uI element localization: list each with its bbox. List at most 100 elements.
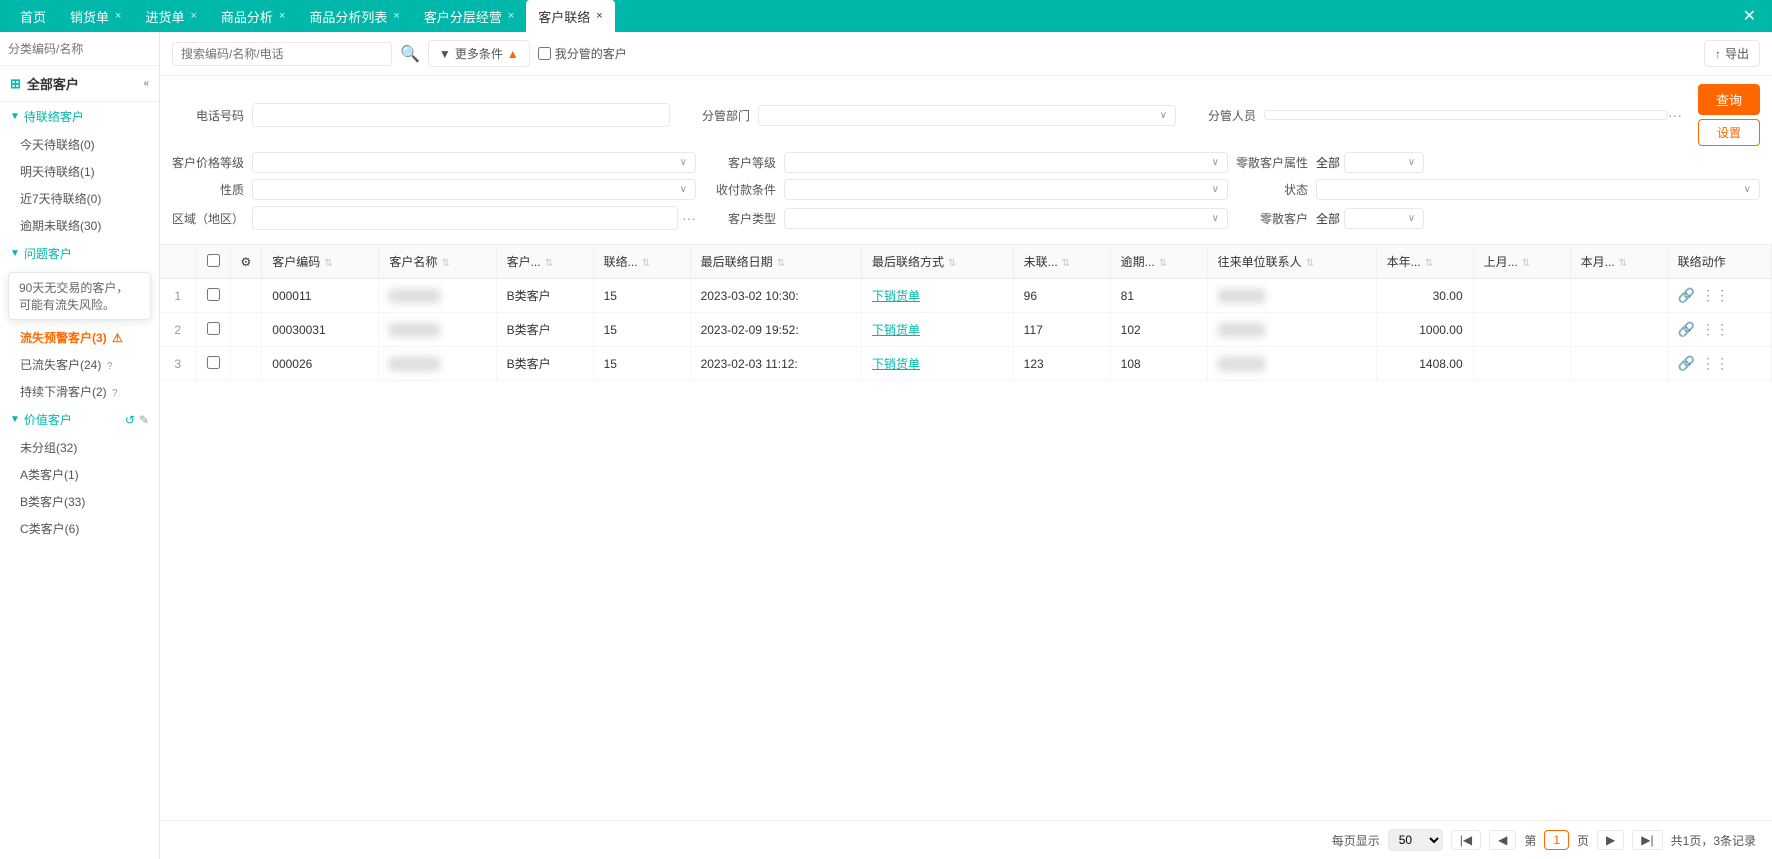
zero-attr-arrow-icon: ∨ <box>1408 157 1415 168</box>
sidebar-item-class-a[interactable]: A类客户(1) <box>0 461 159 488</box>
action-menu-icon[interactable]: ⋮⋮ <box>1701 321 1729 338</box>
th-unit-contact[interactable]: 往来单位联系人⇅ <box>1207 245 1376 279</box>
sidebar-item-tomorrow[interactable]: 明天待联络(1) <box>0 158 159 185</box>
filter-search-input[interactable] <box>172 42 392 66</box>
sidebar-group-pending[interactable]: ▼ 待联络客户 <box>0 102 159 131</box>
tab-customer-link[interactable]: 客户联络 × <box>526 0 614 32</box>
th-type[interactable]: 客户...⇅ <box>496 245 593 279</box>
region-more-icon[interactable]: ··· <box>682 210 696 226</box>
page-label-suffix: 页 <box>1577 832 1589 849</box>
last-page-btn[interactable]: ▶| <box>1632 830 1662 850</box>
tab-purchase[interactable]: 进货单 × <box>133 0 208 32</box>
filter-search-icon[interactable]: 🔍 <box>400 44 420 64</box>
cell-this-year: 1000.00 <box>1376 313 1473 347</box>
cell-last-contact-method[interactable]: 下销货单 <box>861 279 1013 313</box>
triangle-down-icon-2: ▼ <box>10 248 20 259</box>
page-size-select[interactable]: 50 20 100 <box>1388 829 1443 851</box>
status-select[interactable]: ∨ <box>1316 179 1760 200</box>
export-btn[interactable]: ↑ 导出 <box>1704 40 1760 67</box>
sidebar-item-7days[interactable]: 近7天待联络(0) <box>0 185 159 212</box>
sidebar-item-today[interactable]: 今天待联络(0) <box>0 131 159 158</box>
region-input[interactable] <box>252 206 678 230</box>
sidebar-all-customers[interactable]: ⊞ 全部客户 « <box>0 66 159 102</box>
more-conditions-btn[interactable]: ▼ 更多条件 ▲ <box>428 40 530 67</box>
action-link-icon[interactable]: 🔗 <box>1678 287 1695 304</box>
manager-label: 分管人员 <box>1184 107 1264 124</box>
tab-analysis-list-close[interactable]: × <box>393 10 399 22</box>
tab-home[interactable]: 首页 <box>8 0 58 32</box>
th-last-contact-method[interactable]: 最后联络方式⇅ <box>861 245 1013 279</box>
next-page-btn[interactable]: ▶ <box>1597 830 1624 850</box>
sidebar-item-declining[interactable]: 持续下滑客户(2) ? <box>0 378 159 405</box>
customer-level-select[interactable]: ∨ <box>784 152 1228 173</box>
cell-this-month <box>1570 279 1667 313</box>
tab-analysis[interactable]: 商品分析 × <box>209 0 297 32</box>
cell-last-contact-method[interactable]: 下销货单 <box>861 313 1013 347</box>
edit-icon[interactable]: ✎ <box>139 413 149 427</box>
tab-sales-close[interactable]: × <box>115 10 121 22</box>
window-close-icon[interactable]: ✕ <box>1735 6 1764 26</box>
first-page-btn[interactable]: |◀ <box>1451 830 1481 850</box>
zero-customer-select[interactable]: ∨ <box>1344 208 1424 229</box>
sidebar-item-churn-warning[interactable]: 流失预警客户(3) ⚠ <box>0 324 159 351</box>
tab-sales[interactable]: 销货单 × <box>58 0 133 32</box>
sidebar-item-overdue[interactable]: 逾期未联络(30) <box>0 212 159 239</box>
th-this-month[interactable]: 本月...⇅ <box>1570 245 1667 279</box>
cell-last-contact-method[interactable]: 下销货单 <box>861 347 1013 381</box>
tab-customer-link-close[interactable]: × <box>596 10 602 22</box>
th-overdue[interactable]: 逾期...⇅ <box>1110 245 1207 279</box>
manager-select[interactable] <box>1264 110 1668 120</box>
phone-label: 电话号码 <box>172 107 252 124</box>
manager-more-icon[interactable]: ··· <box>1668 107 1682 123</box>
cell-checkbox[interactable] <box>196 313 230 347</box>
pagination-bar: 每页显示 50 20 100 |◀ ◀ 第 1 页 ▶ ▶| 共1页，3条记录 <box>160 820 1772 859</box>
th-this-year[interactable]: 本年...⇅ <box>1376 245 1473 279</box>
query-button[interactable]: 查询 <box>1698 84 1760 115</box>
nature-select[interactable]: ∨ <box>252 179 696 200</box>
action-menu-icon[interactable]: ⋮⋮ <box>1701 355 1729 372</box>
tab-customer-segment[interactable]: 客户分层经营 × <box>412 0 526 32</box>
th-name[interactable]: 客户名称⇅ <box>379 245 496 279</box>
th-code[interactable]: 客户编码⇅ <box>262 245 379 279</box>
action-link-icon[interactable]: 🔗 <box>1678 355 1695 372</box>
refresh-icon[interactable]: ↺ <box>125 413 135 427</box>
th-contact[interactable]: 联络...⇅ <box>593 245 690 279</box>
prev-page-btn[interactable]: ◀ <box>1489 830 1516 850</box>
sidebar-item-class-c[interactable]: C类客户(6) <box>0 515 159 542</box>
tab-analysis-close[interactable]: × <box>279 10 285 22</box>
dept-select[interactable]: ∨ <box>758 105 1176 126</box>
select-all-checkbox[interactable] <box>207 254 220 267</box>
at-risk-tooltip: 90天无交易的客户，可能有流失风险。 <box>8 272 151 320</box>
phone-input[interactable] <box>252 103 670 127</box>
sidebar-item-ungrouped[interactable]: 未分组(32) <box>0 434 159 461</box>
sidebar-group-value[interactable]: ▼ 价值客户 ↺ ✎ <box>0 405 159 434</box>
cell-checkbox[interactable] <box>196 347 230 381</box>
customer-type-select[interactable]: ∨ <box>784 208 1228 229</box>
sidebar-item-class-b[interactable]: B类客户(33) <box>0 488 159 515</box>
action-link-icon[interactable]: 🔗 <box>1678 321 1695 338</box>
cell-type: B类客户 <box>496 313 593 347</box>
sidebar-search-input[interactable] <box>8 42 160 56</box>
my-customers-check[interactable] <box>538 47 551 60</box>
tab-customer-segment-close[interactable]: × <box>508 10 514 22</box>
cell-action: 🔗 ⋮⋮ <box>1667 347 1771 381</box>
cell-spacer <box>230 347 262 381</box>
my-customers-checkbox[interactable]: 我分管的客户 <box>538 45 627 62</box>
action-menu-icon[interactable]: ⋮⋮ <box>1701 287 1729 304</box>
th-settings[interactable]: ⚙ <box>230 245 262 279</box>
th-last-contact-date[interactable]: 最后联络日期⇅ <box>690 245 861 279</box>
zero-attr-select[interactable]: ∨ <box>1344 152 1424 173</box>
setting-button[interactable]: 设置 <box>1698 119 1760 146</box>
sidebar-item-churned[interactable]: 已流失客户(24) ? <box>0 351 159 378</box>
price-level-select[interactable]: ∨ <box>252 152 696 173</box>
cell-name: ██████ <box>379 313 496 347</box>
th-last-month[interactable]: 上月...⇅ <box>1473 245 1570 279</box>
cell-checkbox[interactable] <box>196 279 230 313</box>
tab-purchase-close[interactable]: × <box>190 10 196 22</box>
th-not-contacted[interactable]: 未联...⇅ <box>1013 245 1110 279</box>
cell-index: 1 <box>160 279 196 313</box>
collapse-icon[interactable]: « <box>143 78 149 89</box>
tab-analysis-list[interactable]: 商品分析列表 × <box>297 0 411 32</box>
payment-select[interactable]: ∨ <box>784 179 1228 200</box>
sidebar-group-at-risk[interactable]: ▼ 问题客户 <box>0 239 159 268</box>
